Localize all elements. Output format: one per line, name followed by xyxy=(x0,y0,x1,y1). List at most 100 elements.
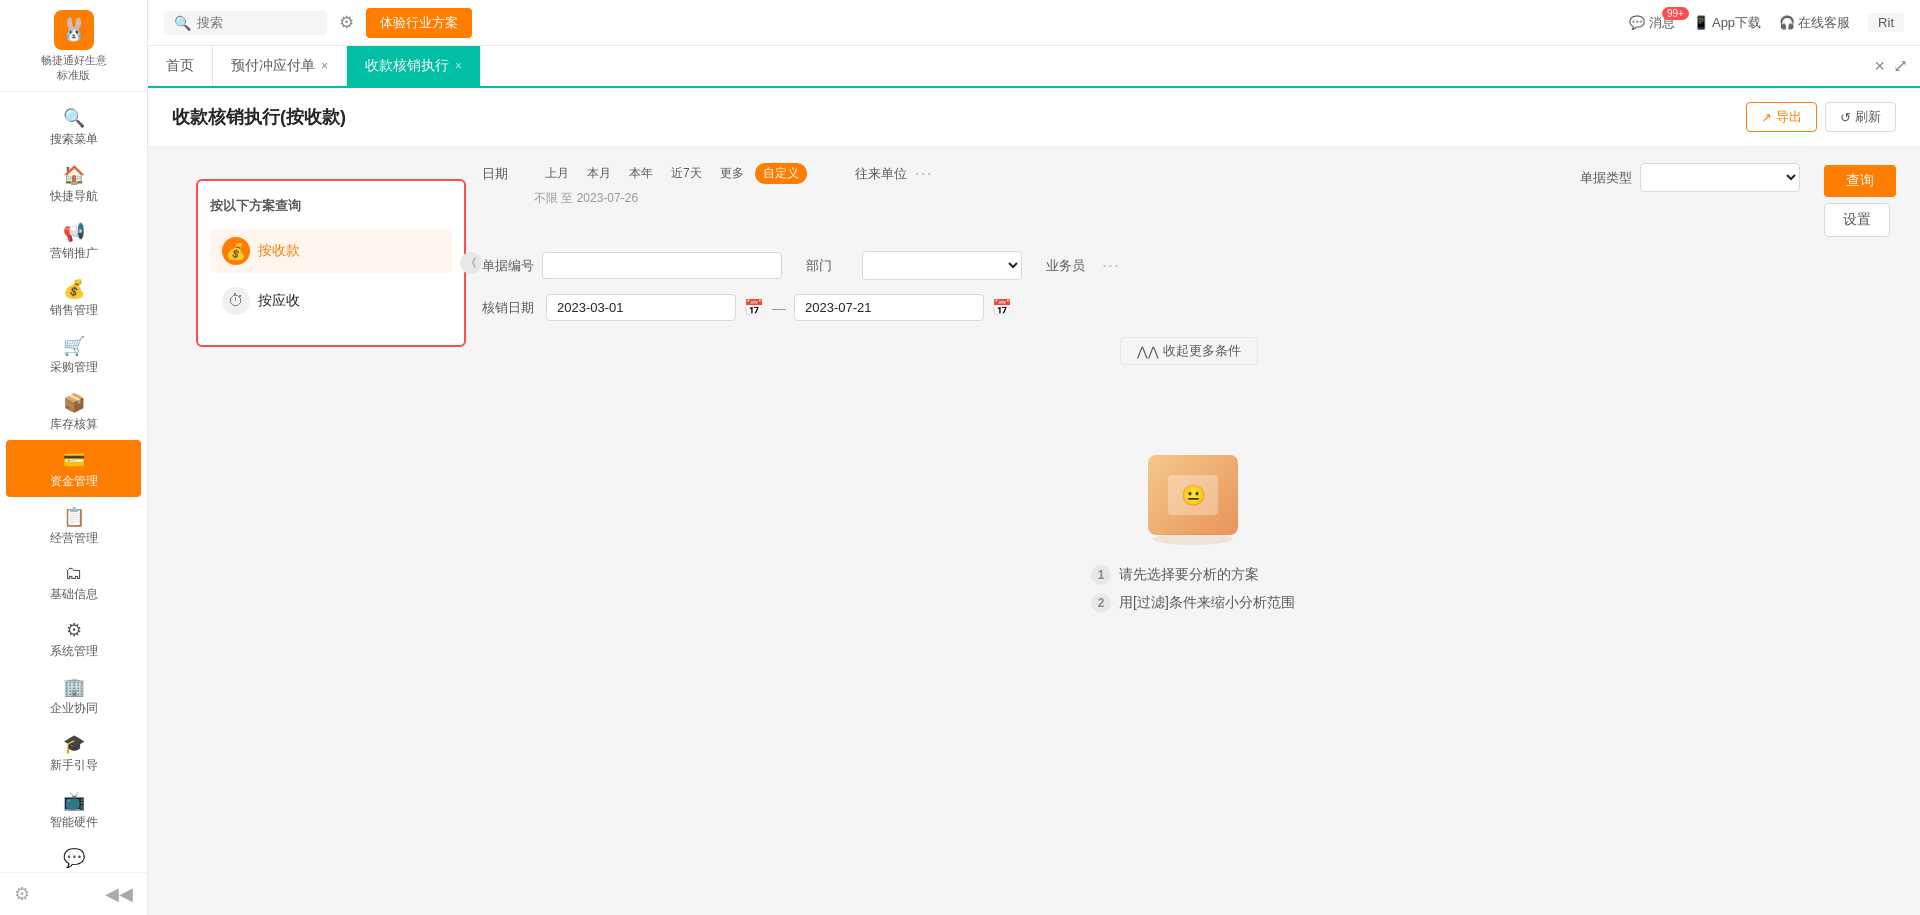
industry-solution-button[interactable]: 体验行业方案 xyxy=(366,8,472,38)
sidebar-item-quicknav[interactable]: 🏠 快捷导航 xyxy=(0,155,147,212)
header-right: 💬 消息 99+ 📱 App下载 🎧 在线客服 Rit xyxy=(1629,13,1904,32)
sidebar-item-hardware[interactable]: 📺 智能硬件 xyxy=(0,781,147,838)
verify-date-from-input[interactable] xyxy=(546,294,736,321)
query-button[interactable]: 查询 xyxy=(1824,165,1896,197)
sidebar-item-basic[interactable]: 🗂 基础信息 xyxy=(0,554,147,610)
date-btn-more[interactable]: 更多 xyxy=(713,163,751,184)
app-icon: 📱 xyxy=(1693,15,1709,30)
basic-icon: 🗂 xyxy=(65,563,83,584)
date-btn-this-month[interactable]: 本月 xyxy=(580,163,618,184)
inventory-icon: 📦 xyxy=(63,392,85,414)
message-icon: 💬 xyxy=(1629,15,1645,30)
message-badge: 99+ xyxy=(1662,7,1689,20)
header-app-download[interactable]: 📱 App下载 xyxy=(1693,14,1761,32)
empty-hint-1: 1 请先选择要分析的方案 xyxy=(1091,565,1295,585)
by-receivable-icon: ⏱ xyxy=(222,287,250,315)
voucher-type-select[interactable] xyxy=(1640,163,1800,192)
tab-prepay[interactable]: 预付冲应付单 × xyxy=(213,46,347,86)
date-filter-group: 日期 上月 本月 本年 近7天 更多 自定义 xyxy=(482,163,807,207)
main-content: 🔍 ⚙ 体验行业方案 💬 消息 99+ 📱 App下载 🎧 在线客服 Rit xyxy=(148,0,1920,915)
verify-date-to-input[interactable] xyxy=(794,294,984,321)
filter-row-1: 日期 上月 本月 本年 近7天 更多 自定义 xyxy=(482,163,1896,237)
home-icon: 🏠 xyxy=(63,164,85,186)
empty-state-area: 😐 1 请先选择要分析的方案 2 用[过滤]条件来缩小分析范围 xyxy=(466,375,1920,673)
dept-label: 部门 xyxy=(806,257,854,275)
filter-row-2: 单据编号 部门 业务员 ··· xyxy=(482,251,1896,280)
dept-select[interactable] xyxy=(862,251,1022,280)
export-icon: ↗ xyxy=(1761,110,1772,125)
empty-hint-2: 2 用[过滤]条件来缩小分析范围 xyxy=(1091,593,1295,613)
voucher-type-filter-group: 单据类型 xyxy=(1580,163,1800,192)
collapse-more-button[interactable]: ⋀⋀ 收起更多条件 xyxy=(1120,337,1258,365)
date-btn-7days[interactable]: 近7天 xyxy=(664,163,709,184)
logo-icon: 🐰 xyxy=(54,10,94,50)
header-user[interactable]: Rit xyxy=(1868,13,1904,32)
tabs-window-controls: × ⤢ xyxy=(1862,46,1920,86)
page-title: 收款核销执行(按收款) xyxy=(172,105,346,143)
staff-dots[interactable]: ··· xyxy=(1102,255,1120,276)
filter-option-by-receipt[interactable]: 💰 按收款 xyxy=(210,229,452,273)
sidebar-item-marketing[interactable]: 📢 营销推广 xyxy=(0,212,147,269)
sidebar-item-enterprise[interactable]: 🏢 企业协同 xyxy=(0,667,147,724)
system-icon: ⚙ xyxy=(66,619,82,641)
service-icon: 🎧 xyxy=(1779,15,1795,30)
header-search-box[interactable]: 🔍 xyxy=(164,11,327,35)
date-btn-last-month[interactable]: 上月 xyxy=(538,163,576,184)
header-search-input[interactable] xyxy=(197,15,317,30)
dept-filter-group: 部门 xyxy=(806,251,1022,280)
empty-illustration: 😐 xyxy=(1133,435,1253,545)
sidebar-item-search[interactable]: 🔍 搜索菜单 xyxy=(0,98,147,155)
refresh-icon: ↺ xyxy=(1840,110,1851,125)
page-header: 收款核销执行(按收款) ↗ 导出 ↺ 刷新 xyxy=(148,88,1920,147)
sidebar-item-management[interactable]: 📋 经营管理 xyxy=(0,497,147,554)
panel-collapse-button[interactable]: 《 xyxy=(460,252,482,274)
export-button[interactable]: ↗ 导出 xyxy=(1746,102,1817,132)
filter-option-by-receivable[interactable]: ⏱ 按应收 xyxy=(210,279,452,323)
chevron-up-icon: ⋀⋀ xyxy=(1137,344,1159,359)
collapse-sidebar-icon[interactable]: ◀◀ xyxy=(105,883,133,905)
counterpart-dots[interactable]: ··· xyxy=(915,163,933,184)
date-btn-this-year[interactable]: 本年 xyxy=(622,163,660,184)
sidebar-item-funds[interactable]: 💳 资金管理 xyxy=(6,440,141,497)
date-quick-row: 日期 上月 本月 本年 近7天 更多 自定义 xyxy=(482,163,807,184)
window-close-icon[interactable]: × xyxy=(1874,56,1885,77)
tab-prepay-close[interactable]: × xyxy=(321,59,328,73)
left-panel-wrapper: 按以下方案查询 💰 按收款 ⏱ 按应收 《 xyxy=(148,147,466,915)
voucher-no-label: 单据编号 xyxy=(482,257,534,275)
management-icon: 📋 xyxy=(63,506,85,528)
sidebar-item-wechat[interactable]: 💬 企业微信 xyxy=(0,838,147,872)
date-btn-custom[interactable]: 自定义 xyxy=(755,163,807,184)
sidebar-item-inventory[interactable]: 📦 库存核算 xyxy=(0,383,147,440)
window-expand-icon[interactable]: ⤢ xyxy=(1893,55,1908,77)
date-quick-buttons: 上月 本月 本年 近7天 更多 自定义 xyxy=(538,163,807,184)
staff-label: 业务员 xyxy=(1046,257,1094,275)
tabs-bar: 首页 预付冲应付单 × 收款核销执行 × × ⤢ xyxy=(148,46,1920,88)
settings-button[interactable]: 设置 xyxy=(1824,203,1890,237)
wechat-icon: 💬 xyxy=(63,847,85,869)
sidebar-item-guide[interactable]: 🎓 新手引导 xyxy=(0,724,147,781)
funds-icon: 💳 xyxy=(63,449,85,471)
date-label: 日期 xyxy=(482,165,530,183)
calendar-from-icon[interactable]: 📅 xyxy=(744,298,764,317)
sidebar-item-purchase[interactable]: 🛒 采购管理 xyxy=(0,326,147,383)
refresh-button[interactable]: ↺ 刷新 xyxy=(1825,102,1896,132)
empty-box-face: 😐 xyxy=(1168,475,1218,515)
sidebar-footer: ⚙ ◀◀ xyxy=(0,872,147,915)
voucher-no-input[interactable] xyxy=(542,252,782,279)
sidebar: 🐰 畅捷通好生意 标准版 🔍 搜索菜单 🏠 快捷导航 📢 营销推广 💰 销售管理… xyxy=(0,0,148,915)
header-message[interactable]: 💬 消息 99+ xyxy=(1629,14,1675,32)
header-gear-icon[interactable]: ⚙ xyxy=(339,12,354,33)
calendar-to-icon[interactable]: 📅 xyxy=(992,298,1012,317)
sidebar-item-system[interactable]: ⚙ 系统管理 xyxy=(0,610,147,667)
header-left: 🔍 ⚙ 体验行业方案 xyxy=(164,8,472,38)
tab-home[interactable]: 首页 xyxy=(148,46,213,86)
top-header: 🔍 ⚙ 体验行业方案 💬 消息 99+ 📱 App下载 🎧 在线客服 Rit xyxy=(148,0,1920,46)
voucher-type-label: 单据类型 xyxy=(1580,169,1632,187)
sidebar-item-sales[interactable]: 💰 销售管理 xyxy=(0,269,147,326)
tab-collect[interactable]: 收款核销执行 × xyxy=(347,46,481,86)
tab-collect-close[interactable]: × xyxy=(455,59,462,73)
header-online-service[interactable]: 🎧 在线客服 xyxy=(1779,14,1850,32)
empty-shadow xyxy=(1153,533,1233,545)
settings-icon[interactable]: ⚙ xyxy=(14,883,30,905)
counterpart-filter-group: 往来单位 ··· xyxy=(855,163,933,184)
